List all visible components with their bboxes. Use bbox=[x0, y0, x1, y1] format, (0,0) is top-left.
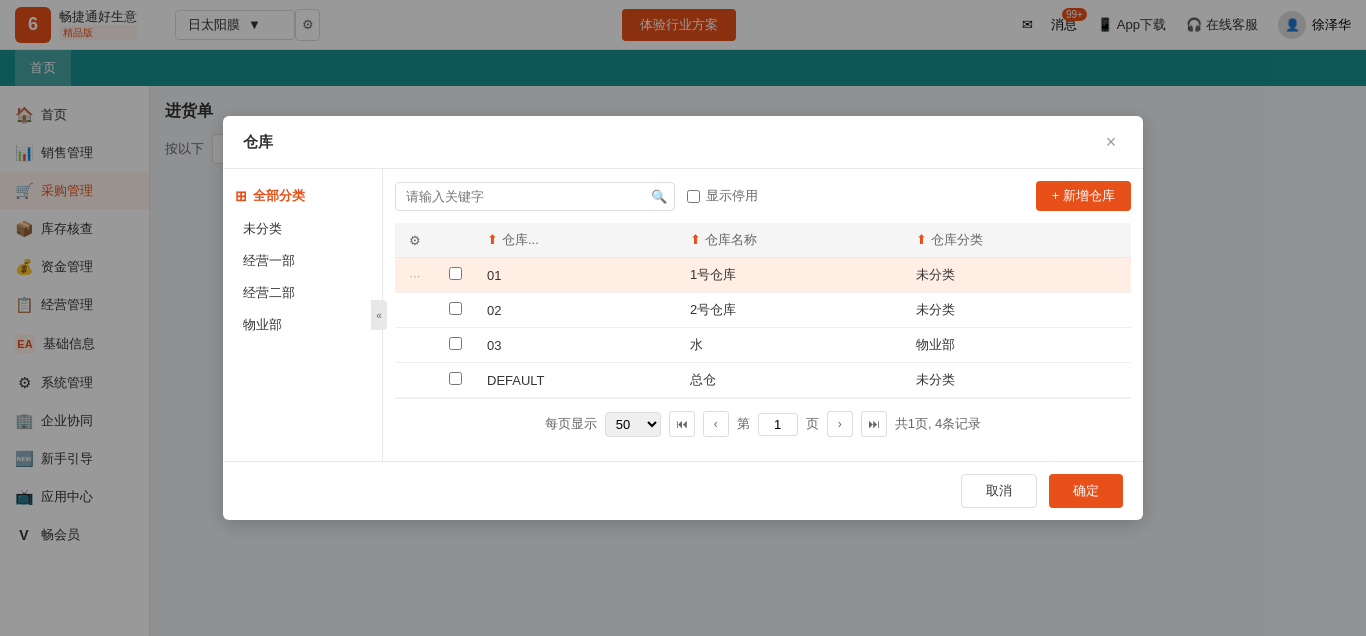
category-item-ops1[interactable]: 经营一部 bbox=[223, 245, 382, 277]
row-checkbox[interactable] bbox=[449, 267, 462, 280]
table-row[interactable]: DEFAULT 总仓 未分类 bbox=[395, 363, 1131, 398]
row-category: 物业部 bbox=[904, 328, 1131, 363]
row-check bbox=[435, 293, 475, 328]
warehouse-modal: 仓库 × ⊞ 全部分类 未分类 经营一部 经营二部 物业部 « bbox=[223, 116, 1143, 520]
row-category: 未分类 bbox=[904, 293, 1131, 328]
modal-header: 仓库 × bbox=[223, 116, 1143, 169]
row-num: 02 bbox=[475, 293, 678, 328]
row-name: 1号仓库 bbox=[678, 258, 904, 293]
row-name: 总仓 bbox=[678, 363, 904, 398]
confirm-btn[interactable]: 确定 bbox=[1049, 474, 1123, 508]
row-gear bbox=[395, 293, 435, 328]
row-check bbox=[435, 258, 475, 293]
show-disabled-checkbox[interactable] bbox=[687, 190, 700, 203]
row-gear bbox=[395, 328, 435, 363]
row-category: 未分类 bbox=[904, 258, 1131, 293]
col-gear: ⚙ bbox=[395, 223, 435, 258]
per-page-label: 每页显示 bbox=[545, 415, 597, 433]
grid-icon: ⊞ bbox=[235, 188, 247, 204]
modal-main-content: 🔍 显示停用 + 新增仓库 ⚙ bbox=[383, 169, 1143, 461]
modal-footer: 取消 确定 bbox=[223, 461, 1143, 520]
col-name: ⬆仓库名称 bbox=[678, 223, 904, 258]
row-check bbox=[435, 363, 475, 398]
page-input[interactable] bbox=[758, 413, 798, 436]
modal-overlay: 仓库 × ⊞ 全部分类 未分类 经营一部 经营二部 物业部 « bbox=[0, 0, 1366, 636]
add-warehouse-btn[interactable]: + 新增仓库 bbox=[1036, 181, 1131, 211]
row-gear: ··· bbox=[395, 258, 435, 293]
show-disabled-area: 显示停用 bbox=[687, 187, 758, 205]
row-num: 03 bbox=[475, 328, 678, 363]
table-header: ⚙ ⬆仓库... ⬆仓库名称 ⬆仓库分类 bbox=[395, 223, 1131, 258]
modal-table: ⚙ ⬆仓库... ⬆仓库名称 ⬆仓库分类 bbox=[395, 223, 1131, 398]
warehouse-table: ⚙ ⬆仓库... ⬆仓库名称 ⬆仓库分类 bbox=[395, 223, 1131, 398]
table-row[interactable]: 02 2号仓库 未分类 bbox=[395, 293, 1131, 328]
last-page-btn[interactable]: ⏭ bbox=[861, 411, 887, 437]
show-disabled-label: 显示停用 bbox=[706, 187, 758, 205]
row-checkbox[interactable] bbox=[449, 302, 462, 315]
table-body: ··· 01 1号仓库 未分类 02 2号仓库 bbox=[395, 258, 1131, 398]
page-total-info: 共1页, 4条记录 bbox=[895, 415, 982, 433]
search-input-wrap: 🔍 bbox=[395, 182, 675, 211]
sidebar-collapse-btn[interactable]: « bbox=[371, 300, 387, 330]
sort-icon-name: ⬆ bbox=[690, 232, 701, 247]
table-row[interactable]: ··· 01 1号仓库 未分类 bbox=[395, 258, 1131, 293]
search-icon[interactable]: 🔍 bbox=[651, 189, 667, 204]
modal-sidebar: ⊞ 全部分类 未分类 经营一部 经营二部 物业部 « bbox=[223, 169, 383, 461]
sort-icon-cat: ⬆ bbox=[916, 232, 927, 247]
category-item-property[interactable]: 物业部 bbox=[223, 309, 382, 341]
row-num: DEFAULT bbox=[475, 363, 678, 398]
col-category: ⬆仓库分类 bbox=[904, 223, 1131, 258]
row-category: 未分类 bbox=[904, 363, 1131, 398]
category-item-ops2[interactable]: 经营二部 bbox=[223, 277, 382, 309]
prev-page-btn[interactable]: ‹ bbox=[703, 411, 729, 437]
row-name: 水 bbox=[678, 328, 904, 363]
row-checkbox[interactable] bbox=[449, 337, 462, 350]
table-row[interactable]: 03 水 物业部 bbox=[395, 328, 1131, 363]
cancel-btn[interactable]: 取消 bbox=[961, 474, 1037, 508]
row-checkbox[interactable] bbox=[449, 372, 462, 385]
modal-search-bar: 🔍 显示停用 + 新增仓库 bbox=[395, 181, 1131, 211]
row-name: 2号仓库 bbox=[678, 293, 904, 328]
modal-body: ⊞ 全部分类 未分类 经营一部 经营二部 物业部 « 🔍 bbox=[223, 169, 1143, 461]
first-page-btn[interactable]: ⏮ bbox=[669, 411, 695, 437]
search-input[interactable] bbox=[395, 182, 675, 211]
page-label: 第 bbox=[737, 415, 750, 433]
col-check bbox=[435, 223, 475, 258]
row-num: 01 bbox=[475, 258, 678, 293]
col-code: ⬆仓库... bbox=[475, 223, 678, 258]
category-all[interactable]: ⊞ 全部分类 bbox=[223, 179, 382, 213]
pagination: 每页显示 50 20 100 ⏮ ‹ 第 页 › ⏭ 共1页, 4条记录 bbox=[395, 398, 1131, 449]
page-size-select[interactable]: 50 20 100 bbox=[605, 412, 661, 437]
next-page-btn[interactable]: › bbox=[827, 411, 853, 437]
row-check bbox=[435, 328, 475, 363]
page-unit: 页 bbox=[806, 415, 819, 433]
sort-icon: ⬆ bbox=[487, 232, 498, 247]
modal-close-btn[interactable]: × bbox=[1099, 130, 1123, 154]
row-gear bbox=[395, 363, 435, 398]
category-item-unclassified[interactable]: 未分类 bbox=[223, 213, 382, 245]
modal-title: 仓库 bbox=[243, 133, 273, 152]
